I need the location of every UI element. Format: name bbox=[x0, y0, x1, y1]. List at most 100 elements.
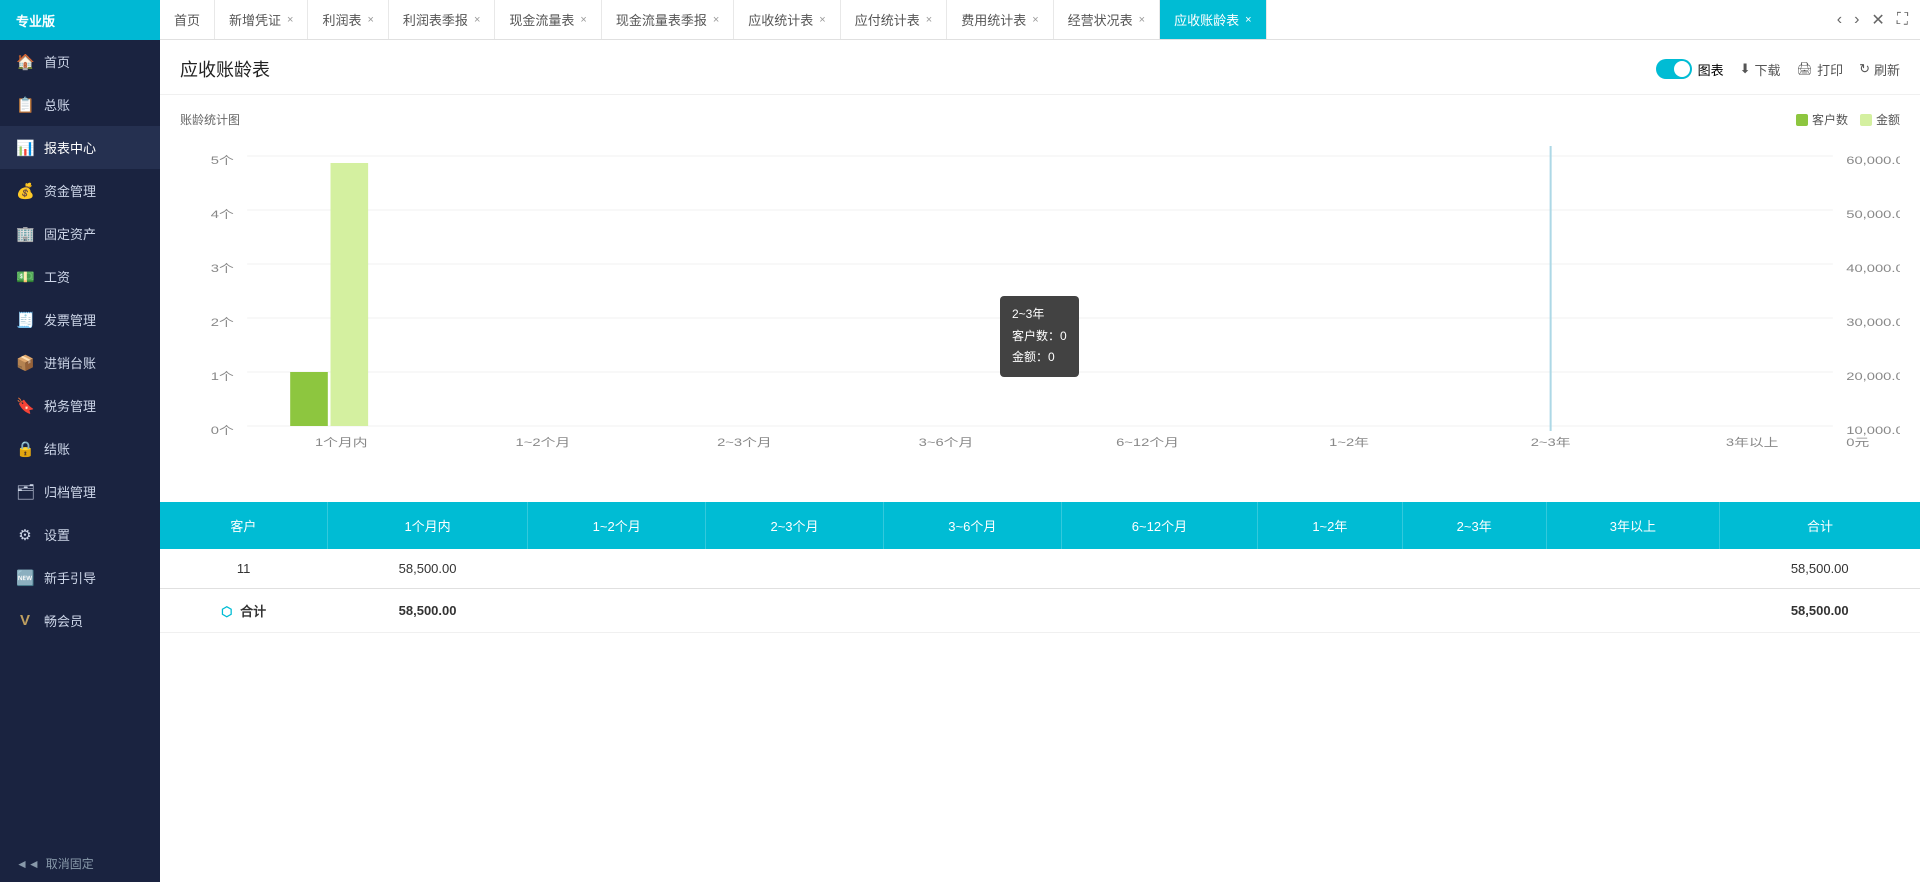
svg-text:1~2个月: 1~2个月 bbox=[516, 436, 571, 449]
tab-profit-label: 利润表 bbox=[322, 10, 361, 29]
page-actions: 图表 ⬇ 下载 🖨 打印 ↻ 刷新 bbox=[1656, 59, 1900, 79]
sidebar-item-assets[interactable]: 🏢 固定资产 bbox=[0, 212, 160, 255]
app-logo: 专业版 bbox=[0, 0, 160, 40]
svg-text:20,000.00元: 20,000.00元 bbox=[1846, 370, 1900, 383]
sidebar-footer-pin[interactable]: ◄◄ 取消固定 bbox=[0, 845, 160, 882]
sidebar-item-settings[interactable]: ⚙ 设置 bbox=[0, 513, 160, 556]
svg-text:6~12个月: 6~12个月 bbox=[1116, 436, 1179, 449]
tab-next-btn[interactable]: › bbox=[1850, 9, 1863, 31]
sidebar-item-tax[interactable]: 🔖 税务管理 bbox=[0, 384, 160, 427]
tab-close-btn[interactable]: ✕ bbox=[1867, 8, 1888, 32]
tab-voucher-label: 新增凭证 bbox=[229, 10, 281, 29]
refresh-button[interactable]: ↻ 刷新 bbox=[1859, 60, 1900, 79]
cell-year3plus bbox=[1546, 549, 1719, 589]
tab-profit[interactable]: 利润表 × bbox=[308, 0, 388, 40]
tab-expand-btn[interactable]: ⛶ bbox=[1893, 9, 1912, 31]
sidebar-item-label: 首页 bbox=[44, 52, 70, 71]
cell-month36 bbox=[883, 549, 1061, 589]
invoice-icon: 🧾 bbox=[16, 311, 34, 329]
tab-aging-close[interactable]: × bbox=[1245, 14, 1251, 26]
bar-customers-0 bbox=[290, 372, 328, 426]
tab-cashflow[interactable]: 现金流量表 × bbox=[495, 0, 601, 40]
svg-text:10,000.00元: 10,000.00元 bbox=[1846, 424, 1900, 437]
sidebar-item-ledger[interactable]: 📋 总账 bbox=[0, 83, 160, 126]
tab-cashflow-quarter[interactable]: 现金流量表季报 × bbox=[602, 0, 734, 40]
print-button[interactable]: 🖨 打印 bbox=[1797, 60, 1844, 79]
total-year23 bbox=[1402, 589, 1546, 633]
total-month1: 58,500.00 bbox=[327, 589, 527, 633]
chart-toggle-label: 图表 bbox=[1698, 60, 1724, 79]
purchasesale-icon: 📦 bbox=[16, 354, 34, 372]
sidebar-item-archive[interactable]: 🗂 归档管理 bbox=[0, 470, 160, 513]
tab-aging[interactable]: 应收账龄表 × bbox=[1160, 0, 1266, 40]
tab-profit-close[interactable]: × bbox=[367, 14, 373, 26]
tab-home[interactable]: 首页 bbox=[160, 0, 215, 40]
tab-cashflow-quarter-label: 现金流量表季报 bbox=[616, 10, 707, 29]
sidebar-item-member[interactable]: V 畅会员 bbox=[0, 599, 160, 642]
tab-business-stat-close[interactable]: × bbox=[1139, 14, 1145, 26]
tab-nav-buttons: ‹ › ✕ ⛶ bbox=[1825, 8, 1920, 32]
svg-text:40,000.00元: 40,000.00元 bbox=[1846, 262, 1900, 275]
sidebar-item-funds[interactable]: 💰 资金管理 bbox=[0, 169, 160, 212]
svg-text:50,000.00元: 50,000.00元 bbox=[1846, 208, 1900, 221]
sidebar-footer-label: 取消固定 bbox=[46, 855, 94, 872]
tab-voucher[interactable]: 新增凭证 × bbox=[215, 0, 308, 40]
cell-month12 bbox=[528, 549, 706, 589]
tab-receivable-stat-label: 应收统计表 bbox=[748, 10, 813, 29]
table-header: 客户 1个月内 1~2个月 2~3个月 3~6个月 6~12个月 1~2年 2~… bbox=[160, 502, 1920, 549]
tab-expense-stat-close[interactable]: × bbox=[1032, 14, 1038, 26]
ledger-icon: 📋 bbox=[16, 96, 34, 114]
tab-cashflow-close[interactable]: × bbox=[580, 14, 586, 26]
tab-business-stat-label: 经营状况表 bbox=[1068, 10, 1133, 29]
chart-toggle[interactable]: 图表 bbox=[1656, 59, 1724, 79]
col-year23: 2~3年 bbox=[1402, 502, 1546, 549]
download-label: 下载 bbox=[1755, 60, 1781, 79]
tax-icon: 🔖 bbox=[16, 397, 34, 415]
chart-title: 账龄统计图 bbox=[180, 111, 1900, 128]
svg-text:2个: 2个 bbox=[211, 316, 234, 329]
sidebar-item-invoice[interactable]: 🧾 发票管理 bbox=[0, 298, 160, 341]
guide-icon: 🆕 bbox=[16, 569, 34, 587]
funds-icon: 💰 bbox=[16, 182, 34, 200]
svg-text:1~2年: 1~2年 bbox=[1329, 436, 1369, 449]
closing-icon: 🔒 bbox=[16, 440, 34, 458]
print-label: 打印 bbox=[1817, 60, 1843, 79]
tab-bar: 首页 新增凭证 × 利润表 × 利润表季报 × 现金流量表 × 现金流量表季报 … bbox=[160, 0, 1920, 40]
total-row: ⬡ 合计 58,500.00 58,500.00 bbox=[160, 589, 1920, 633]
cell-year12 bbox=[1258, 549, 1402, 589]
svg-text:1个月内: 1个月内 bbox=[315, 436, 368, 449]
legend-amount-label: 金额 bbox=[1876, 111, 1900, 128]
sidebar-item-label: 归档管理 bbox=[44, 482, 96, 501]
sidebar: 专业版 🏠 首页 📋 总账 📊 报表中心 💰 资金管理 🏢 固定资产 💵 工资 … bbox=[0, 0, 160, 882]
sidebar-item-closing[interactable]: 🔒 结账 bbox=[0, 427, 160, 470]
tab-payable-stat[interactable]: 应付统计表 × bbox=[841, 0, 947, 40]
tab-payable-stat-close[interactable]: × bbox=[926, 14, 932, 26]
tab-cashflow-quarter-close[interactable]: × bbox=[713, 14, 719, 26]
svg-text:1个: 1个 bbox=[211, 370, 234, 383]
tab-expense-stat[interactable]: 费用统计表 × bbox=[947, 0, 1053, 40]
reports-icon: 📊 bbox=[16, 139, 34, 157]
sidebar-item-label: 结账 bbox=[44, 439, 70, 458]
sidebar-item-salary[interactable]: 💵 工资 bbox=[0, 255, 160, 298]
tab-profit-quarter[interactable]: 利润表季报 × bbox=[389, 0, 495, 40]
col-year3plus: 3年以上 bbox=[1546, 502, 1719, 549]
table-body: 11 58,500.00 58,500.00 ⬡ bbox=[160, 549, 1920, 633]
tab-receivable-stat[interactable]: 应收统计表 × bbox=[734, 0, 840, 40]
tab-voucher-close[interactable]: × bbox=[287, 14, 293, 26]
page-title: 应收账龄表 bbox=[180, 56, 270, 82]
tab-prev-btn[interactable]: ‹ bbox=[1833, 9, 1846, 31]
tab-receivable-stat-close[interactable]: × bbox=[819, 14, 825, 26]
pin-icon: ◄◄ bbox=[16, 857, 40, 871]
sidebar-item-purchasesale[interactable]: 📦 进销台账 bbox=[0, 341, 160, 384]
cell-month612 bbox=[1061, 549, 1257, 589]
print-icon: 🖨 bbox=[1797, 61, 1814, 77]
download-button[interactable]: ⬇ 下载 bbox=[1740, 60, 1781, 79]
tab-business-stat[interactable]: 经营状况表 × bbox=[1054, 0, 1160, 40]
page-content: 应收账龄表 图表 ⬇ 下载 🖨 打印 ↻ 刷新 bbox=[160, 40, 1920, 882]
tab-profit-quarter-close[interactable]: × bbox=[474, 14, 480, 26]
toggle-track[interactable] bbox=[1656, 59, 1692, 79]
sidebar-item-reports[interactable]: 📊 报表中心 bbox=[0, 126, 160, 169]
sidebar-item-home[interactable]: 🏠 首页 bbox=[0, 40, 160, 83]
chart-svg: 5个 4个 3个 2个 1个 0个 60,000.00元 50,000.00元 … bbox=[180, 136, 1900, 476]
sidebar-item-guide[interactable]: 🆕 新手引导 bbox=[0, 556, 160, 599]
